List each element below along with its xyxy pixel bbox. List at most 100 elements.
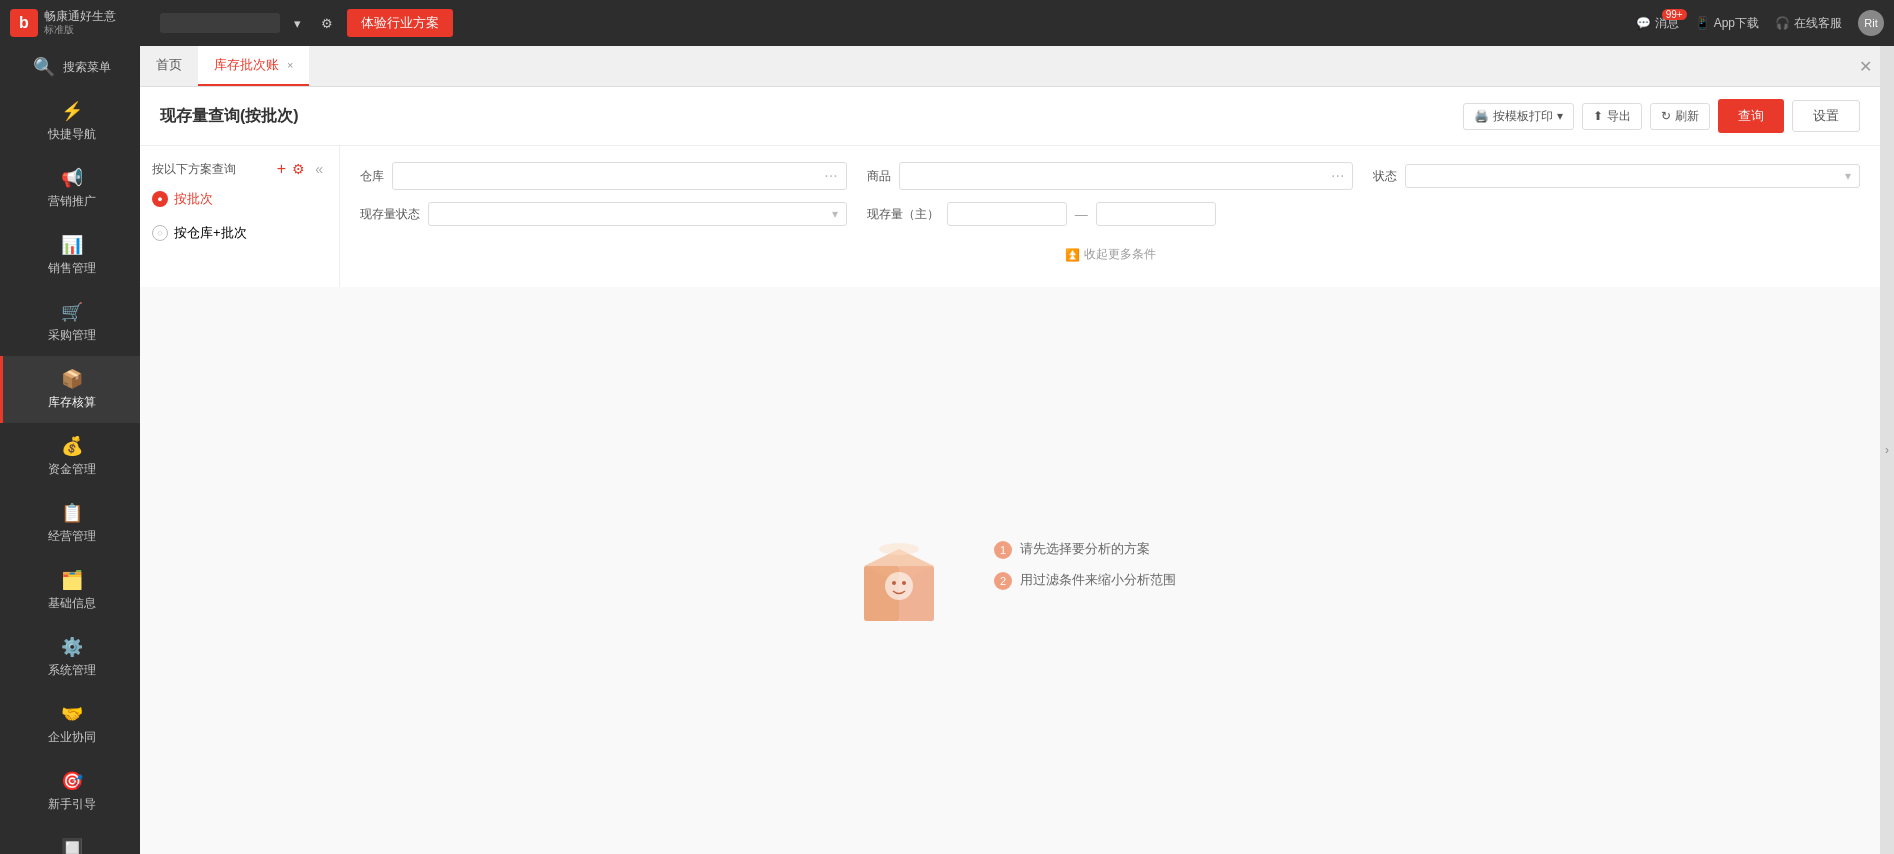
sidebar-item-marketing[interactable]: 📢 营销推广 <box>0 155 140 222</box>
svg-point-4 <box>885 572 913 600</box>
scheme-dot-inactive: ○ <box>152 225 168 241</box>
sidebar-item-operations[interactable]: 📋 经营管理 <box>0 490 140 557</box>
trial-button[interactable]: 体验行业方案 <box>347 9 453 37</box>
scheme-collapse-btn[interactable]: « <box>311 161 327 177</box>
product-input[interactable] <box>908 169 1331 183</box>
headset-icon: 🎧 <box>1775 16 1790 30</box>
app-name: 畅康通好生意 <box>44 9 116 23</box>
sidebar-item-search[interactable]: 🔍 搜索菜单 <box>0 46 140 88</box>
header-right: 💬 消息 99+ 📱 App下载 🎧 在线客服 Rit <box>1636 10 1884 36</box>
svg-point-6 <box>902 581 906 585</box>
step-2-num: 2 <box>994 572 1012 590</box>
tab-home-label: 首页 <box>156 56 182 74</box>
collapse-more-btn[interactable]: ⏫ 收起更多条件 <box>360 238 1860 271</box>
step-1-num: 1 <box>994 541 1012 559</box>
sidebar-item-appstore[interactable]: 🔲 应用中心 <box>0 825 140 854</box>
product-input-wrap[interactable]: ··· <box>899 162 1354 190</box>
warehouse-label: 仓库 <box>360 168 384 185</box>
print-template-btn[interactable]: 🖨️ 按模板打印 ▾ <box>1463 103 1574 130</box>
sidebar-item-shortcut[interactable]: ⚡ 快捷导航 <box>0 88 140 155</box>
scheme-settings-btn[interactable]: ⚙ <box>292 161 305 177</box>
query-btn[interactable]: 查询 <box>1718 99 1784 133</box>
stock-qty-label: 现存量（主） <box>867 206 939 223</box>
system-icon: ⚙️ <box>61 636 83 658</box>
scheme-item-warehouse-batch[interactable]: ○ 按仓库+批次 <box>140 216 339 250</box>
product-dots-icon[interactable]: ··· <box>1331 167 1344 185</box>
breadcrumb-input[interactable] <box>160 13 280 33</box>
tab-inventory-batch[interactable]: 库存批次账 × <box>198 46 309 86</box>
tab-close-main-btn[interactable]: ✕ <box>1859 57 1872 76</box>
status-select[interactable]: ▾ <box>1405 164 1860 188</box>
phone-icon: 📱 <box>1695 16 1710 30</box>
sidebar-item-purchase[interactable]: 🛒 采购管理 <box>0 289 140 356</box>
app-badge: 标准版 <box>44 23 116 37</box>
sidebar-item-inventory[interactable]: 📦 库存核算 <box>0 356 140 423</box>
sidebar-item-basics[interactable]: 🗂️ 基础信息 <box>0 557 140 624</box>
empty-svg <box>844 511 964 631</box>
scheme-panel: 按以下方案查询 + ⚙ « ● 按批次 ○ 按仓库+批次 <box>140 146 340 287</box>
warehouse-input-wrap[interactable]: ··· <box>392 162 847 190</box>
message-icon: 💬 <box>1636 16 1651 30</box>
main-layout: 🔍 搜索菜单 ⚡ 快捷导航 📢 营销推广 📊 销售管理 🛒 采购管理 📦 库存核… <box>0 46 1894 854</box>
sidebar-shortcut-label: 快捷导航 <box>48 126 96 143</box>
logo-icon: b <box>10 9 38 37</box>
online-service-item[interactable]: 🎧 在线客服 <box>1775 15 1842 32</box>
sidebar-system-label: 系统管理 <box>48 662 96 679</box>
sidebar-item-newbie[interactable]: 🎯 新手引导 <box>0 758 140 825</box>
stock-qty-to-input[interactable] <box>1105 207 1207 221</box>
header-settings-btn[interactable]: ⚙ <box>315 14 339 33</box>
sidebar-search-label: 搜索菜单 <box>63 59 111 76</box>
sidebar-inventory-label: 库存核算 <box>48 394 96 411</box>
app-download-item[interactable]: 📱 App下载 <box>1695 15 1759 32</box>
refresh-btn[interactable]: ↻ 刷新 <box>1650 103 1710 130</box>
messages-item[interactable]: 💬 消息 99+ <box>1636 15 1679 32</box>
refresh-icon: ↻ <box>1661 109 1671 123</box>
sidebar-item-sales[interactable]: 📊 销售管理 <box>0 222 140 289</box>
sidebar: 🔍 搜索菜单 ⚡ 快捷导航 📢 营销推广 📊 销售管理 🛒 采购管理 📦 库存核… <box>0 46 140 854</box>
scheme-item-batch[interactable]: ● 按批次 <box>140 182 339 216</box>
sidebar-item-enterprise[interactable]: 🤝 企业协同 <box>0 691 140 758</box>
tab-home[interactable]: 首页 <box>140 46 198 86</box>
avatar: Rit <box>1858 10 1884 36</box>
basics-icon: 🗂️ <box>61 569 83 591</box>
scheme-add-btn[interactable]: + <box>277 160 286 178</box>
empty-step-2: 2 用过滤条件来缩小分析范围 <box>994 571 1176 590</box>
export-label: 导出 <box>1607 108 1631 125</box>
scheme-warehouse-batch-label: 按仓库+批次 <box>174 224 247 242</box>
collapse-chevron-up-icon: ⏫ <box>1065 248 1080 262</box>
logo-text-block: 畅康通好生意 标准版 <box>44 9 116 37</box>
marketing-icon: 📢 <box>61 167 83 189</box>
stock-qty-from-wrap[interactable] <box>947 202 1067 226</box>
status-label: 状态 <box>1373 168 1397 185</box>
sales-icon: 📊 <box>61 234 83 256</box>
tab-bar: 首页 库存批次账 × ✕ <box>140 46 1880 87</box>
app-download-label: App下载 <box>1714 15 1759 32</box>
sidebar-item-finance[interactable]: 💰 资金管理 <box>0 423 140 490</box>
filter-row-1: 仓库 ··· 商品 ··· <box>360 162 1860 190</box>
svg-point-5 <box>892 581 896 585</box>
sidebar-basics-label: 基础信息 <box>48 595 96 612</box>
user-item[interactable]: Rit <box>1858 10 1884 36</box>
stock-status-filter-item: 现存量状态 ▾ <box>360 202 847 226</box>
warehouse-dots-icon[interactable]: ··· <box>824 167 837 185</box>
tab-close-icon[interactable]: × <box>287 59 293 71</box>
stock-qty-to-wrap[interactable] <box>1096 202 1216 226</box>
user-name: Rit <box>1864 17 1877 29</box>
set-btn[interactable]: 设置 <box>1792 100 1860 132</box>
content-area: 首页 库存批次账 × ✕ 现存量查询(按批次) 🖨️ 按模板打印 ▾ <box>140 46 1880 854</box>
export-btn[interactable]: ⬆ 导出 <box>1582 103 1642 130</box>
empty-illustration <box>844 511 964 631</box>
header-dropdown-btn[interactable]: ▾ <box>288 14 307 33</box>
warehouse-input[interactable] <box>401 169 824 183</box>
stock-qty-from-input[interactable] <box>956 207 1058 221</box>
print-template-label: 按模板打印 <box>1493 108 1553 125</box>
right-panel[interactable]: › <box>1880 46 1894 854</box>
filter-form: 仓库 ··· 商品 ··· <box>340 146 1880 287</box>
enterprise-icon: 🤝 <box>61 703 83 725</box>
sidebar-sales-label: 销售管理 <box>48 260 96 277</box>
sidebar-item-system[interactable]: ⚙️ 系统管理 <box>0 624 140 691</box>
stock-status-select[interactable]: ▾ <box>428 202 847 226</box>
logo-area: b 畅康通好生意 标准版 <box>10 9 150 37</box>
messages-badge: 99+ <box>1662 9 1687 20</box>
operations-icon: 📋 <box>61 502 83 524</box>
